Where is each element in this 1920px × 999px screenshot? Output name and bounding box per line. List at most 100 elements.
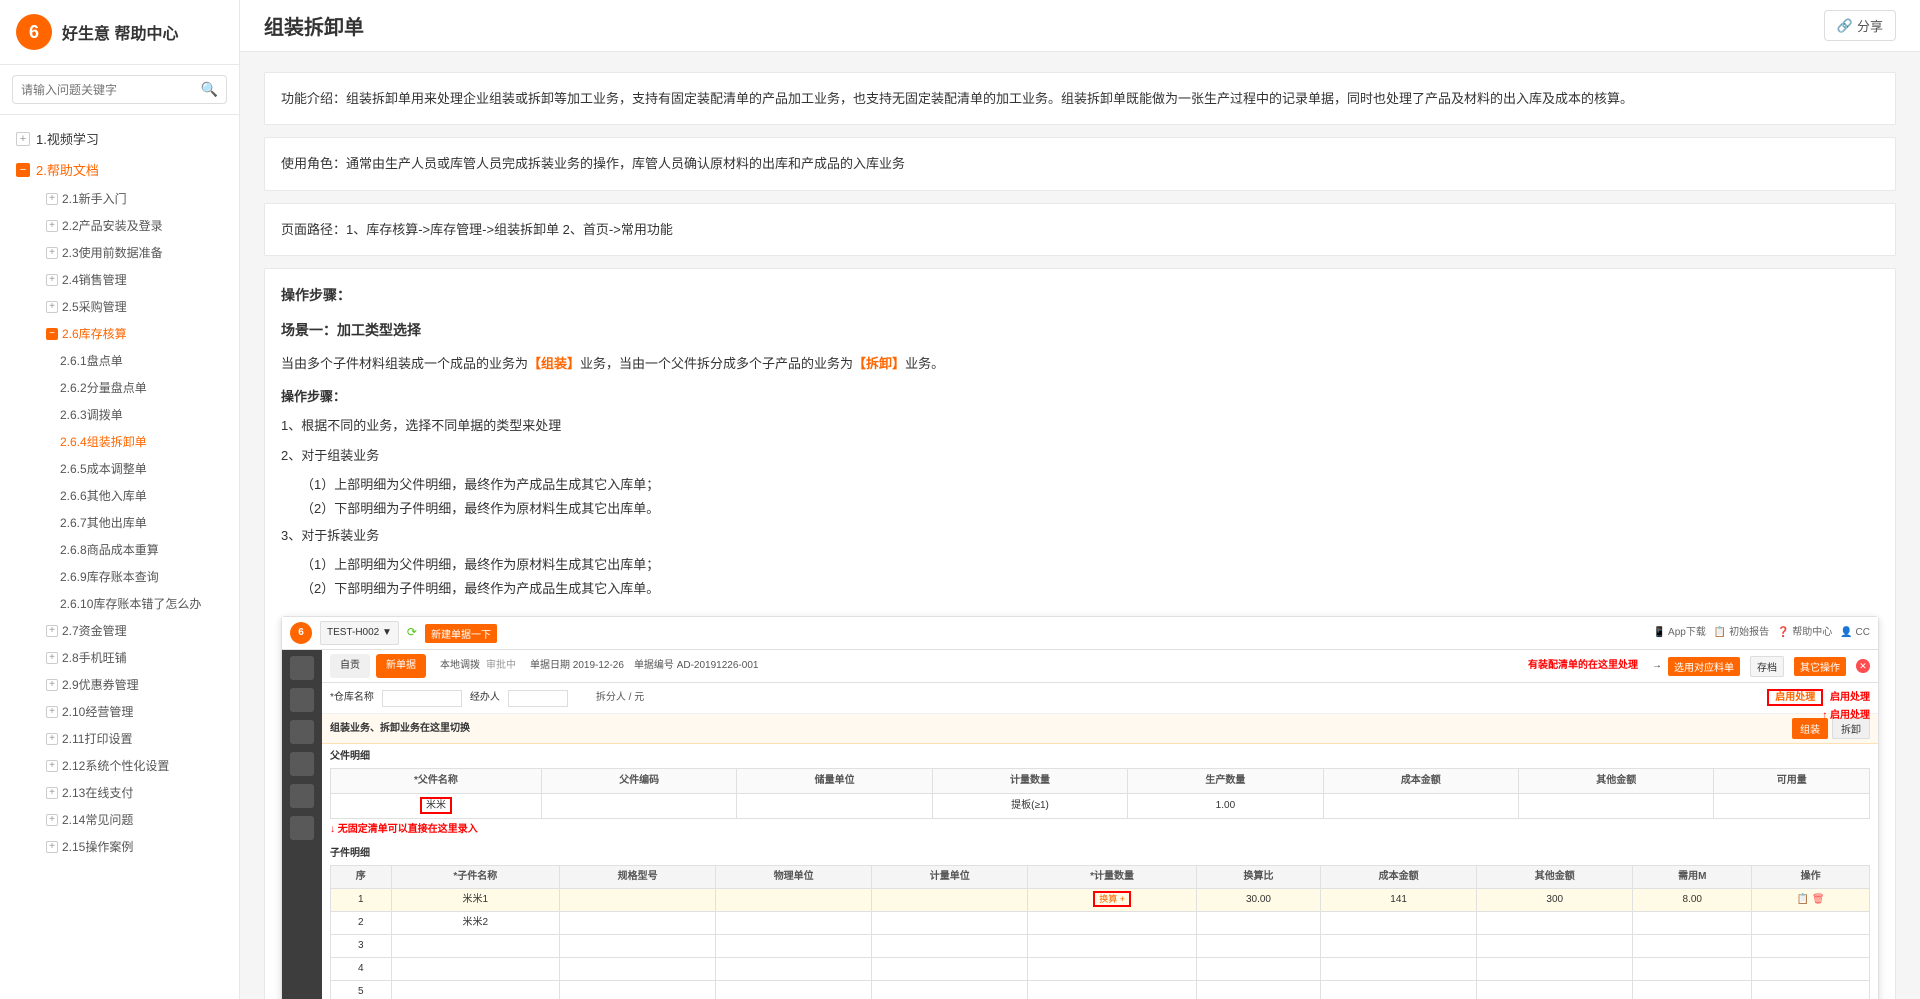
content-area: 功能介绍：组装拆卸单用来处理企业组装或拆卸等加工业务，支持有固定装配清单的产品加… (240, 52, 1920, 999)
sidebar-item-263[interactable]: 2.6.3调拨单 (56, 401, 239, 428)
sidebar-item-docs[interactable]: − 2.帮助文档 (0, 154, 239, 185)
select-bom-btn[interactable]: 选用对应料单 (1668, 657, 1740, 676)
sidebar-item-inventory[interactable]: − 2.6库存核算 (30, 320, 239, 347)
annotation-enable: 启用处理 (1830, 692, 1870, 703)
search-area: 🔍 (0, 65, 239, 115)
enable-btn[interactable]: 启用处理 (1767, 689, 1823, 706)
save-btn[interactable]: 存档 (1750, 656, 1784, 677)
sync-icon: ⟳ (407, 622, 417, 644)
submit-btn[interactable]: 其它操作 (1794, 657, 1846, 676)
close-btn[interactable]: ✕ (1856, 659, 1870, 673)
app-toolbar: 自贡 新单据 本地调拨 审批中 单据日期 2019-12-26 单据编号 AD-… (322, 650, 1878, 683)
sidebar-item-mobile[interactable]: + 2.8手机旺铺 (30, 644, 239, 671)
new-doc-btn[interactable]: 新建单据一下 (425, 624, 497, 643)
doc-type-label: 组装业务、拆卸业务在这里切换 (330, 720, 470, 738)
logo-text: 好生意 帮助中心 (62, 20, 178, 44)
app-logo: 6 (290, 622, 312, 644)
sub-expand-icon: + (46, 760, 58, 772)
upper-table-container: *父件名称 父件编码 储量单位 计量数量 生产数量 成本金额 其他金额 可用量 (322, 768, 1878, 819)
upper-table-label: 父件明细 (322, 744, 1878, 768)
sidebar-item-269[interactable]: 2.6.9库存账本查询 (56, 563, 239, 590)
search-input[interactable] (21, 83, 201, 97)
lower-table-container: 序 *子件名称 规格型号 物理单位 计量单位 *计量数量 换算比 成本金额 (322, 865, 1878, 999)
sidebar-item-264[interactable]: 2.6.4组装拆卸单 (56, 428, 239, 455)
sidebar-item-finance[interactable]: + 2.7资金管理 (30, 617, 239, 644)
tab-new[interactable]: 新单据 (376, 654, 426, 678)
sidebar-item-268[interactable]: 2.6.8商品成本重算 (56, 536, 239, 563)
app-logo-icon: 6 (16, 14, 52, 50)
sidebar-icon-1 (290, 656, 314, 680)
sidebar-item-ops[interactable]: + 2.10经营管理 (30, 698, 239, 725)
sidebar-item-266[interactable]: 2.6.6其他入库单 (56, 482, 239, 509)
sidebar-item-payment[interactable]: + 2.13在线支付 (30, 779, 239, 806)
ann-text-1: 有装配清单的在这里处理 (1528, 657, 1638, 675)
sidebar-item-cases[interactable]: + 2.15操作案例 (30, 833, 239, 860)
sidebar-item-prepare[interactable]: + 2.3使用前数据准备 (30, 239, 239, 266)
sidebar-sub-label-active: 2.6库存核算 (62, 325, 127, 342)
step2-sub1: （1）上部明细为父件明细，最终作为产成品生成其它入库单； (281, 473, 1879, 496)
sub-expand-icon: + (46, 733, 58, 745)
step3: 3、对于拆装业务 (281, 524, 1879, 547)
breadcrumb-block: 页面路径：1、库存核算->库存管理->组装拆卸单 2、首页->常用功能 (264, 203, 1896, 256)
upper-table: *父件名称 父件编码 储量单位 计量数量 生产数量 成本金额 其他金额 可用量 (330, 768, 1870, 819)
search-icon[interactable]: 🔍 (201, 81, 218, 98)
tab-zg[interactable]: 自贡 (330, 654, 370, 678)
sidebar-item-print[interactable]: + 2.11打印设置 (30, 725, 239, 752)
lower-table: 序 *子件名称 规格型号 物理单位 计量单位 *计量数量 换算比 成本金额 (330, 865, 1870, 999)
sidebar-item-faq[interactable]: + 2.14常见问题 (30, 806, 239, 833)
intro-text-1: 功能介绍：组装拆卸单用来处理企业组装或拆卸等加工业务，支持有固定装配清单的产品加… (281, 91, 1633, 106)
app-content-panel: 自贡 新单据 本地调拨 审批中 单据日期 2019-12-26 单据编号 AD-… (322, 650, 1878, 999)
sidebar-item-coupon[interactable]: + 2.9优惠券管理 (30, 671, 239, 698)
sidebar-item-2610[interactable]: 2.6.10库存账本错了怎么办 (56, 590, 239, 617)
annotation-direct-input: ↓ 无固定清单可以直接在这里录入 (322, 819, 1878, 841)
lower-table-label: 子件明细 (322, 841, 1878, 865)
sub-expand-icon: + (46, 247, 58, 259)
sidebar-icon-2 (290, 688, 314, 712)
sidebar-item-video[interactable]: + 1.视频学习 (0, 123, 239, 154)
screenshot-container: 6 TEST-H002 ▼ ⟳ 新建单据一下 📱 App下载 📋 初始报告 ❓ … (281, 616, 1879, 999)
sidebar-item-purchase[interactable]: + 2.5采购管理 (30, 293, 239, 320)
sub-expand-icon-active: − (46, 328, 58, 340)
row-action-copy[interactable]: 📋 (1797, 894, 1809, 905)
sidebar-item-261[interactable]: 2.6.1盘点单 (56, 347, 239, 374)
lower-table-row-2: 2 米米2 (331, 912, 1870, 935)
sidebar-item-sales[interactable]: + 2.4销售管理 (30, 266, 239, 293)
lower-table-row-4: 4 (331, 958, 1870, 981)
sub-expand-icon: + (46, 274, 58, 286)
top-header: 组装拆卸单 🔗 分享 (240, 0, 1920, 52)
operator-input[interactable] (508, 690, 568, 707)
sub-expand-icon: + (46, 220, 58, 232)
step2-sub2: （2）下部明细为子件明细，最终作为原材料生成其它出库单。 (281, 497, 1879, 520)
sidebar-item-265[interactable]: 2.6.5成本调整单 (56, 455, 239, 482)
sub-expand-icon: + (46, 787, 58, 799)
sidebar: 6 好生意 帮助中心 🔍 + 1.视频学习 − 2.帮助文档 + 2.1新手入门… (0, 0, 240, 999)
operations-block: 操作步骤： 场景一：加工类型选择 当由多个子件材料组装成一个成品的业务为【组装】… (264, 268, 1896, 999)
sidebar-item-newcomer[interactable]: + 2.1新手入门 (30, 185, 239, 212)
sub-expand-icon: + (46, 814, 58, 826)
sidebar-sub-label: 2.2产品安装及登录 (62, 217, 163, 234)
sidebar-item-262[interactable]: 2.6.2分量盘点单 (56, 374, 239, 401)
app-main-area: 自贡 新单据 本地调拨 审批中 单据日期 2019-12-26 单据编号 AD-… (282, 650, 1878, 999)
sidebar-sub-label: 2.1新手入门 (62, 190, 127, 207)
intro-block-1: 功能介绍：组装拆卸单用来处理企业组装或拆卸等加工业务，支持有固定装配清单的产品加… (264, 72, 1896, 125)
enable-area: 启用处理 启用处理 ↑ 启用处理 (1767, 689, 1870, 707)
sub-expand-icon: + (46, 193, 58, 205)
sub-expand-icon: + (46, 679, 58, 691)
sub-expand-icon: + (46, 301, 58, 313)
sidebar-icon-3 (290, 720, 314, 744)
lower-table-row-5: 5 (331, 981, 1870, 999)
sidebar-item-settings[interactable]: + 2.12系统个性化设置 (30, 752, 239, 779)
warehouse-input[interactable] (382, 690, 462, 707)
page-title: 组装拆卸单 (264, 11, 364, 40)
share-icon: 🔗 (1837, 18, 1853, 34)
step3-sub2: （2）下部明细为子件明细，最终作为产成品生成其它入库单。 (281, 577, 1879, 600)
main-content: 组装拆卸单 🔗 分享 功能介绍：组装拆卸单用来处理企业组装或拆卸等加工业务，支持… (240, 0, 1920, 999)
type-switch-row: 组装业务、拆卸业务在这里切换 组装 拆卸 (322, 714, 1878, 744)
logo-area: 6 好生意 帮助中心 (0, 0, 239, 65)
docs-submenu: + 2.1新手入门 + 2.2产品安装及登录 + 2.3使用前数据准备 + 2.… (0, 185, 239, 860)
row-action-delete[interactable]: 🗑 (1812, 894, 1825, 905)
share-button[interactable]: 🔗 分享 (1824, 10, 1896, 41)
sidebar-item-267[interactable]: 2.6.7其他出库单 (56, 509, 239, 536)
intro-text-2: 使用角色：通常由生产人员或库管人员完成拆装业务的操作，库管人员确认原材料的出库和… (281, 156, 905, 171)
sidebar-item-install[interactable]: + 2.2产品安装及登录 (30, 212, 239, 239)
